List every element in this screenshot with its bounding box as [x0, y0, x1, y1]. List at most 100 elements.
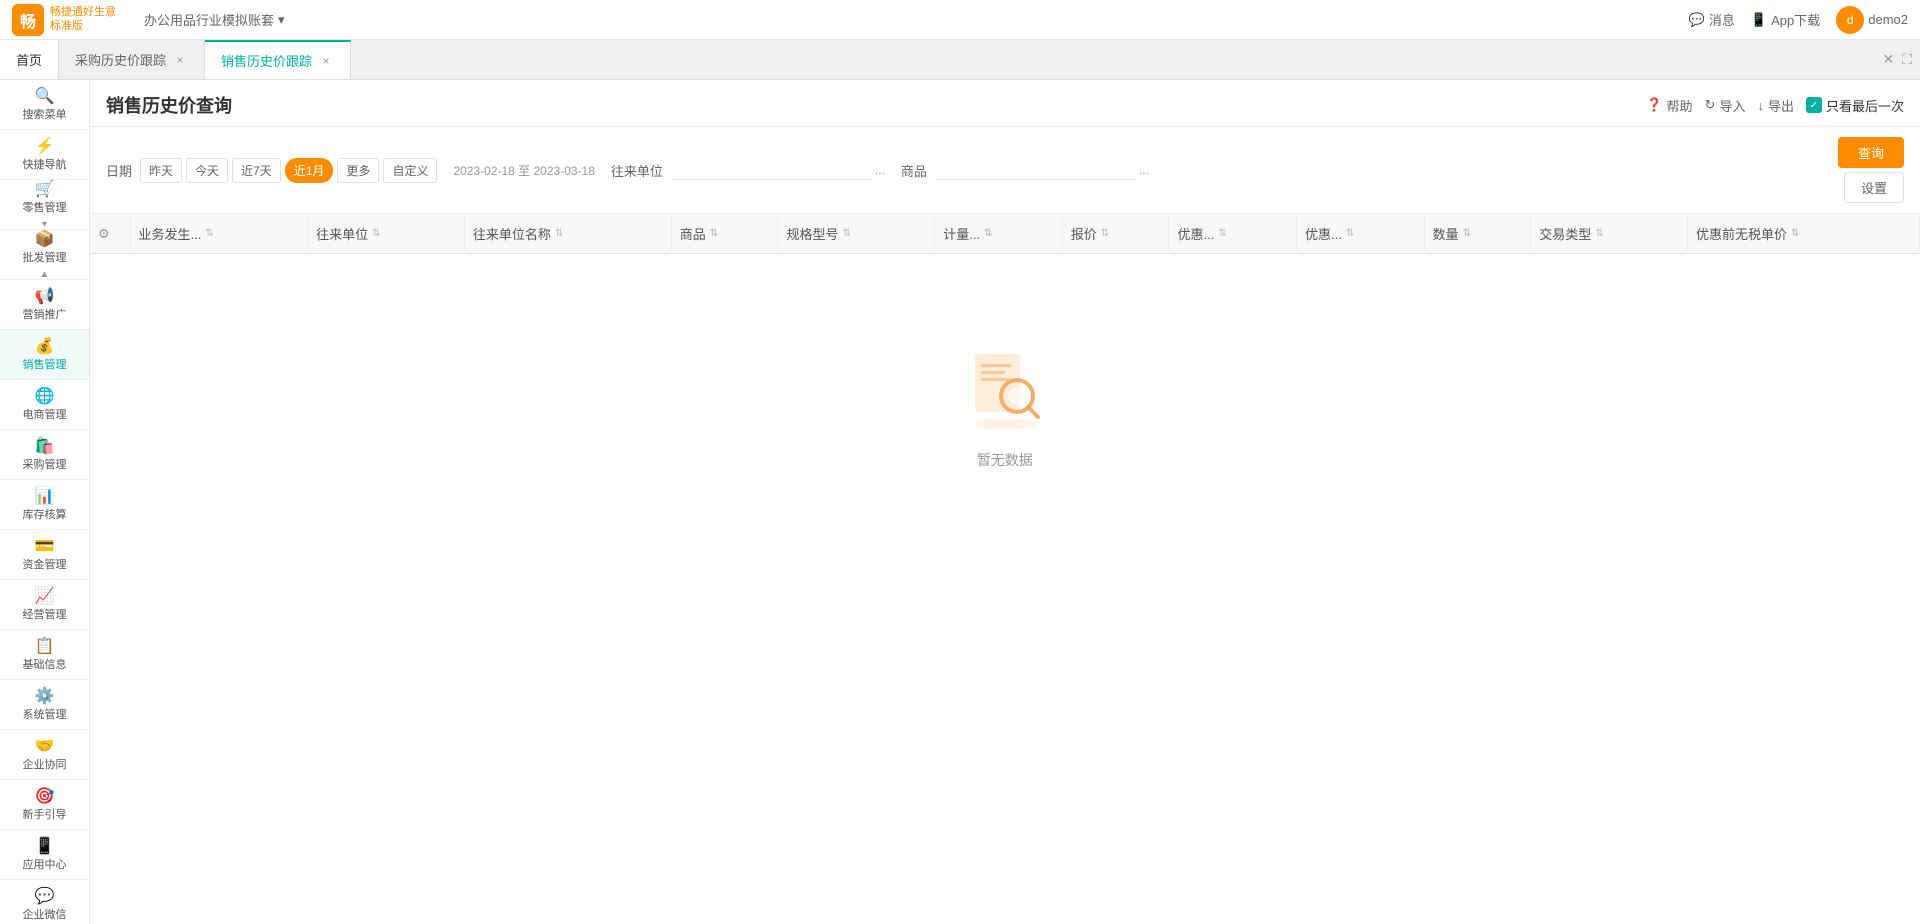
quick-nav-icon: ⚡ — [35, 136, 55, 156]
company-selector[interactable]: 办公用品行业模拟账套 ▾ — [144, 10, 285, 29]
finance-icon: 💳 — [35, 536, 55, 556]
tab-bar-actions: ✕ ⛶ — [1874, 40, 1920, 79]
company-name: 办公用品行业模拟账套 — [144, 10, 274, 29]
col-quantity[interactable]: 数量 ⇅ — [1424, 214, 1531, 254]
only-last-checkbox-group: ✓ 只看最后一次 — [1806, 96, 1904, 115]
tab-sales-history[interactable]: 销售历史价跟踪 × — [205, 40, 351, 79]
sidebar-item-inventory[interactable]: 📊 库存核算 — [0, 480, 89, 530]
col-biz-date[interactable]: 业务发生... ⇅ — [130, 214, 308, 254]
only-last-checkbox[interactable]: ✓ — [1806, 97, 1822, 113]
sidebar-item-basic-info[interactable]: 📋 基础信息 — [0, 630, 89, 680]
partner-filter-label: 往来单位 — [611, 161, 663, 180]
col-product[interactable]: 商品 ⇅ — [671, 214, 778, 254]
date-btn-custom[interactable]: 自定义 — [383, 158, 437, 183]
col-discount1-sort: ⇅ — [1218, 228, 1226, 239]
product-filter-label: 商品 — [901, 161, 927, 180]
sidebar-item-search-menu[interactable]: 🔍 搜索菜单 — [0, 80, 89, 130]
retail-expand-icon: ▾ — [42, 219, 47, 230]
empty-illustration — [955, 334, 1055, 434]
app-center-icon: 📱 — [35, 836, 55, 856]
date-btn-today[interactable]: 今天 — [186, 158, 228, 183]
main-layout: 🔍 搜索菜单 ⚡ 快捷导航 🛒 零售管理 ▾ 📦 批发管理 ▲ 📢 营销推广 💰… — [0, 80, 1920, 924]
col-pre-tax-price[interactable]: 优惠前无税单价 ⇅ — [1688, 214, 1920, 254]
marketing-icon: 📢 — [35, 286, 55, 306]
content-area: 销售历史价查询 ❓ 帮助 ↻ 导入 ↓ 导出 ✓ 只看最后一次 — [90, 80, 1920, 924]
import-label: 导入 — [1719, 96, 1745, 115]
help-button[interactable]: ❓ 帮助 — [1646, 96, 1692, 115]
table-body: 暂无数据 — [90, 254, 1920, 551]
col-spec[interactable]: 规格型号 ⇅ — [778, 214, 935, 254]
col-quantity-label: 数量 — [1433, 224, 1459, 243]
sidebar-item-label-wholesale: 批发管理 — [23, 252, 67, 265]
app-download-button[interactable]: 📱 App下载 — [1751, 10, 1820, 29]
sidebar-item-label-sales: 销售管理 — [23, 359, 67, 372]
user-name: demo2 — [1868, 12, 1908, 27]
sidebar-item-purchase-mgmt[interactable]: 🛍️ 采购管理 — [0, 430, 89, 480]
sidebar-item-quick-nav[interactable]: ⚡ 快捷导航 — [0, 130, 89, 180]
sidebar-item-label-purchase: 采购管理 — [23, 459, 67, 472]
message-icon: 💬 — [1689, 12, 1705, 28]
product-input[interactable] — [935, 160, 1135, 180]
partner-dots-button[interactable]: ... — [875, 163, 885, 177]
date-btn-yesterday[interactable]: 昨天 — [140, 158, 182, 183]
sidebar-item-label-system: 系统管理 — [23, 709, 67, 722]
date-btn-1month[interactable]: 近1月 — [285, 158, 334, 183]
maximize-button[interactable]: ⛶ — [1902, 51, 1912, 68]
tab-sales-history-label: 销售历史价跟踪 — [221, 51, 312, 70]
col-trade-type[interactable]: 交易类型 ⇅ — [1531, 214, 1688, 254]
date-btn-more[interactable]: 更多 — [337, 158, 379, 183]
settings-button[interactable]: 设置 — [1844, 172, 1904, 203]
product-dots-button[interactable]: ... — [1139, 163, 1149, 177]
sidebar-item-guide[interactable]: 🎯 新手引导 — [0, 780, 89, 830]
product-input-group: ... — [935, 160, 1149, 180]
basic-info-icon: 📋 — [35, 636, 55, 656]
date-btn-7days[interactable]: 近7天 — [232, 158, 281, 183]
user-profile[interactable]: d demo2 — [1836, 6, 1908, 34]
message-button[interactable]: 💬 消息 — [1689, 10, 1735, 29]
col-quantity-sort: ⇅ — [1463, 228, 1471, 239]
export-button[interactable]: ↓ 导出 — [1757, 96, 1794, 115]
close-all-tabs-button[interactable]: ✕ — [1882, 51, 1894, 68]
sidebar-item-wholesale[interactable]: 📦 批发管理 ▲ — [0, 230, 89, 280]
sidebar-item-app-center[interactable]: 📱 应用中心 — [0, 830, 89, 880]
tab-purchase-history[interactable]: 采购历史价跟踪 × — [59, 40, 205, 79]
tab-home[interactable]: 首页 — [0, 40, 59, 79]
page-title: 销售历史价查询 — [106, 92, 232, 118]
tab-sales-history-close[interactable]: × — [318, 53, 334, 69]
sidebar-item-sales-mgmt[interactable]: 💰 销售管理 — [0, 330, 89, 380]
query-button[interactable]: 查询 — [1838, 137, 1904, 168]
col-trade-type-sort: ⇅ — [1595, 228, 1603, 239]
sidebar-item-label-search: 搜索菜单 — [23, 109, 67, 122]
phone-icon: 📱 — [1751, 12, 1767, 28]
sidebar-item-label-wechat: 企业微信 — [23, 909, 67, 922]
tab-purchase-history-close[interactable]: × — [172, 52, 188, 68]
sidebar-item-system[interactable]: ⚙️ 系统管理 — [0, 680, 89, 730]
table-container[interactable]: ⚙ 业务发生... ⇅ 往来单位 ⇅ — [90, 214, 1920, 924]
partner-input[interactable] — [671, 160, 871, 180]
col-pre-tax-price-sort: ⇅ — [1791, 228, 1799, 239]
empty-state: 暂无数据 — [90, 254, 1920, 550]
col-partner-code-label: 往来单位 — [316, 224, 368, 243]
sidebar-item-wechat[interactable]: 💬 企业微信 — [0, 880, 89, 924]
col-product-label: 商品 — [680, 224, 706, 243]
sidebar-item-ecommerce[interactable]: 🌐 电商管理 — [0, 380, 89, 430]
logo-icon: 畅 — [12, 4, 44, 36]
column-settings-icon[interactable]: ⚙ — [98, 226, 110, 241]
sidebar-item-operation[interactable]: 📈 经营管理 — [0, 580, 89, 630]
col-price[interactable]: 报价 ⇅ — [1062, 214, 1169, 254]
sidebar-item-marketing[interactable]: 📢 营销推广 — [0, 280, 89, 330]
sidebar-item-enterprise[interactable]: 🤝 企业协同 — [0, 730, 89, 780]
col-discount1[interactable]: 优惠... ⇅ — [1169, 214, 1297, 254]
logo-area: 畅 畅捷通好生意 标准版 — [12, 4, 116, 36]
import-button[interactable]: ↻ 导入 — [1705, 96, 1746, 115]
help-label: 帮助 — [1667, 96, 1693, 115]
sidebar-item-finance[interactable]: 💳 资金管理 — [0, 530, 89, 580]
col-discount2[interactable]: 优惠... ⇅ — [1297, 214, 1425, 254]
col-unit[interactable]: 计量... ⇅ — [935, 214, 1063, 254]
sidebar-item-label-finance: 资金管理 — [23, 559, 67, 572]
col-partner-code[interactable]: 往来单位 ⇅ — [308, 214, 465, 254]
sidebar-item-retail[interactable]: 🛒 零售管理 ▾ — [0, 180, 89, 230]
col-discount2-label: 优惠... — [1305, 224, 1342, 243]
col-discount1-label: 优惠... — [1177, 224, 1214, 243]
col-partner-name[interactable]: 往来单位名称 ⇅ — [464, 214, 671, 254]
